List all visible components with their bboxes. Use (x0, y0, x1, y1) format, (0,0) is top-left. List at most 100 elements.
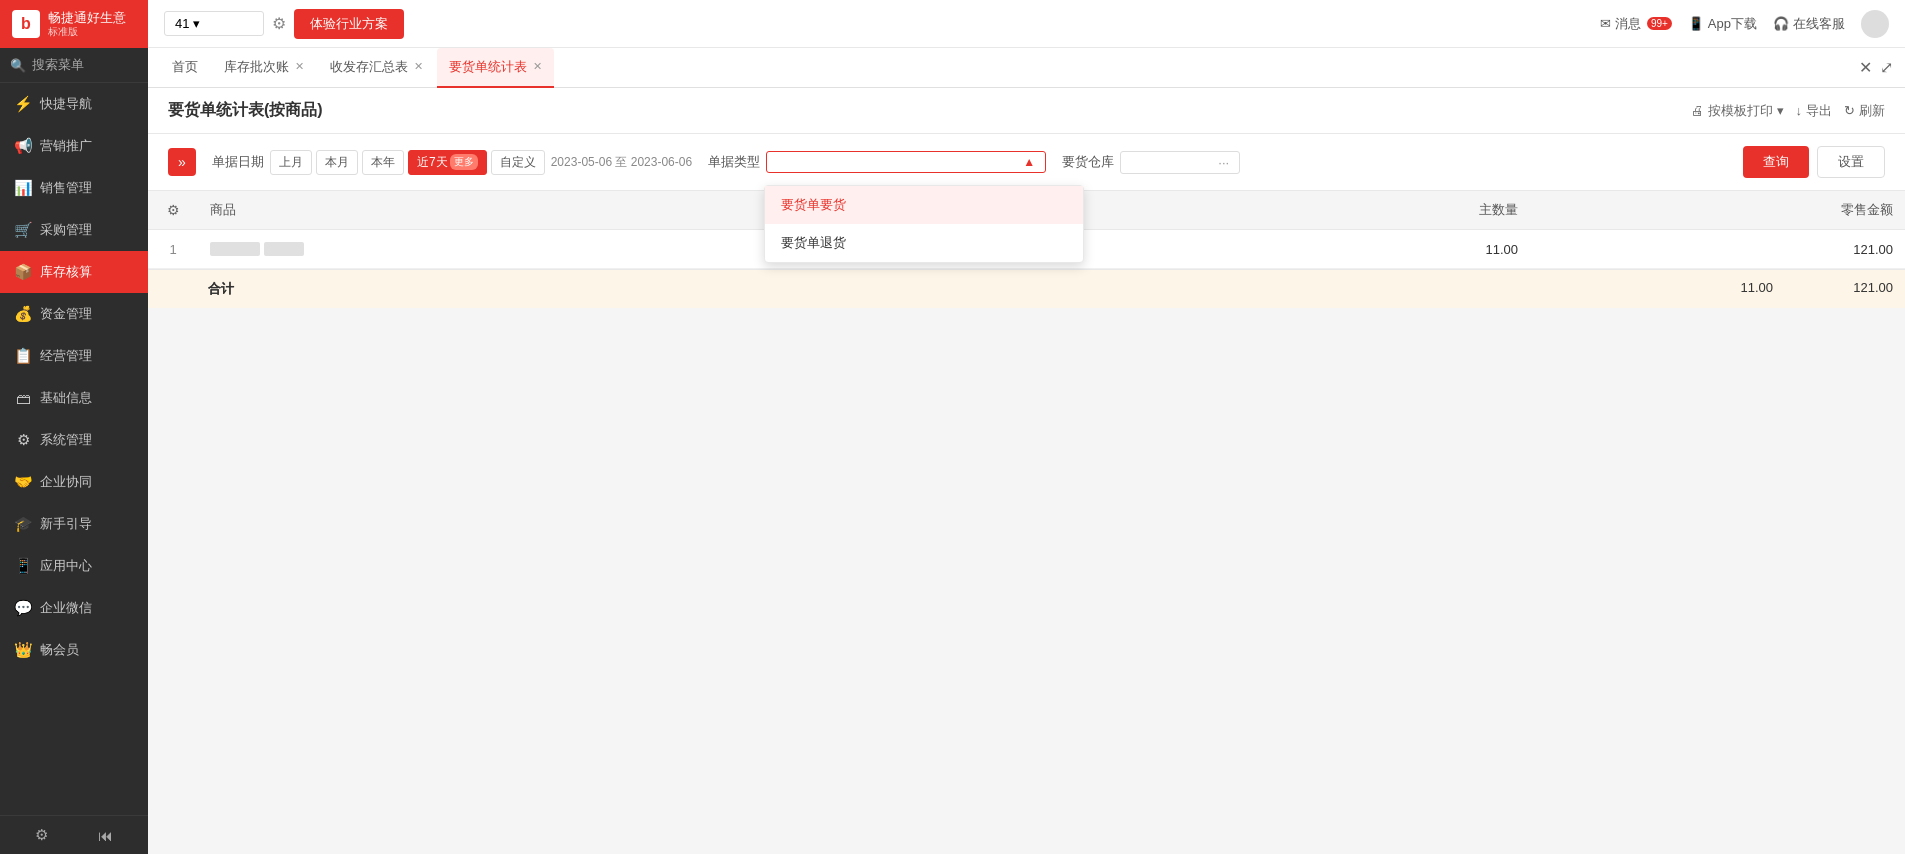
tab-receive-summary-close[interactable]: ✕ (414, 60, 423, 73)
sidebar-item-guide[interactable]: 🎓 新手引导 (0, 503, 148, 545)
product-name-placeholder (210, 242, 768, 256)
export-btn[interactable]: ↓ 导出 (1796, 102, 1833, 120)
sidebar-item-member[interactable]: 👑 畅会员 (0, 629, 148, 671)
dropdown-item-tuihuo[interactable]: 要货单退货 (765, 224, 1083, 262)
sidebar-item-base-info[interactable]: 🗃 基础信息 (0, 377, 148, 419)
app-logo: b 畅捷通好生意 标准版 (0, 0, 148, 48)
quick-nav-icon: ⚡ (14, 95, 32, 113)
user-avatar[interactable] (1861, 10, 1889, 38)
print-dropdown-icon: ▾ (1777, 103, 1784, 118)
search-menu[interactable]: 🔍 搜索菜单 (0, 48, 148, 83)
refresh-btn[interactable]: ↻ 刷新 (1844, 102, 1885, 120)
sidebar-item-inventory[interactable]: 📦 库存核算 (0, 251, 148, 293)
sidebar-bottom: ⚙ ⏮ (0, 815, 148, 854)
col-settings-icon[interactable]: ⚙ (167, 202, 180, 218)
date-year-btn[interactable]: 本年 (362, 150, 404, 175)
sales-icon: 📊 (14, 179, 32, 197)
filter-expand-btn[interactable]: » (168, 148, 196, 176)
enterprise-icon: 🤝 (14, 473, 32, 491)
warehouse-select[interactable]: ··· (1120, 151, 1240, 174)
tabbar-maximize[interactable]: ⤢ (1880, 58, 1893, 77)
guide-icon: 🎓 (14, 515, 32, 533)
operation-icon: 📋 (14, 347, 32, 365)
app-download-btn[interactable]: 📱 App下载 (1688, 15, 1757, 33)
tabbar-actions: ✕ ⤢ (1859, 58, 1893, 77)
sidebar-collapse-btn[interactable]: ⏮ (98, 827, 113, 844)
service-icon: 🎧 (1773, 16, 1789, 31)
marketing-icon: 📢 (14, 137, 32, 155)
tabbar: 首页 库存批次账 ✕ 收发存汇总表 ✕ 要货单统计表 ✕ ✕ ⤢ (148, 48, 1905, 88)
topbar-left: 41 ▾ ⚙ 体验行业方案 (164, 9, 1588, 39)
page-title: 要货单统计表(按商品) (168, 100, 323, 121)
col-quantity-header: 主数量 (1219, 191, 1530, 230)
dropdown-item-yaohuo[interactable]: 要货单要货 (765, 186, 1083, 224)
warehouse-filter-group: 要货仓库 ··· (1062, 151, 1240, 174)
refresh-icon: ↻ (1844, 103, 1855, 118)
topbar: 41 ▾ ⚙ 体验行业方案 ✉ 消息 99+ 📱 App下载 🎧 在线客服 (148, 0, 1905, 48)
type-select-arrow: ▲ (1023, 155, 1035, 169)
type-dropdown: 要货单要货 要货单退货 (764, 185, 1084, 263)
footer-label: 合计 (200, 280, 234, 298)
sidebar-item-marketing[interactable]: 📢 营销推广 (0, 125, 148, 167)
inventory-icon: 📦 (14, 263, 32, 281)
table-footer: 合计 合计 11.00 121.00 (148, 269, 1905, 308)
col-settings-header[interactable]: ⚙ (148, 191, 198, 230)
date-month-btn[interactable]: 本月 (316, 150, 358, 175)
sidebar-item-quick-nav[interactable]: ⚡ 快捷导航 (0, 83, 148, 125)
row-index: 1 (148, 230, 198, 269)
export-icon: ↓ (1796, 103, 1803, 118)
sidebar-item-purchase[interactable]: 🛒 采购管理 (0, 209, 148, 251)
logo-text: 畅捷通好生意 标准版 (48, 10, 126, 38)
search-icon: 🔍 (10, 58, 26, 73)
date-filter-label: 单据日期 (212, 153, 264, 171)
date-custom-btn[interactable]: 自定义 (491, 150, 545, 175)
row-quantity: 11.00 (1219, 230, 1530, 269)
type-select[interactable]: ▲ (766, 151, 1046, 173)
tab-home[interactable]: 首页 (160, 48, 210, 88)
date-upper-btn[interactable]: 上月 (270, 150, 312, 175)
store-selector-arrow: ▾ (193, 16, 200, 31)
footer-row: 合计 11.00 121.00 (148, 270, 1905, 308)
messages-btn[interactable]: ✉ 消息 99+ (1600, 15, 1672, 33)
store-selector[interactable]: 41 ▾ (164, 11, 264, 36)
row-amount: 121.00 (1530, 230, 1905, 269)
message-icon: ✉ (1600, 16, 1611, 31)
print-icon: 🖨 (1691, 103, 1704, 118)
main-area: 41 ▾ ⚙ 体验行业方案 ✉ 消息 99+ 📱 App下载 🎧 在线客服 (148, 0, 1905, 854)
logo-icon: b (12, 10, 40, 38)
col-amount-header: 零售金额 (1530, 191, 1905, 230)
type-filter-group: 单据类型 ▲ 要货单要货 要货单退货 (708, 151, 1046, 173)
date-range-text: 2023-05-06 至 2023-06-06 (551, 154, 692, 171)
system-icon: ⚙ (14, 431, 32, 449)
sidebar-settings-btn[interactable]: ⚙ (35, 826, 48, 844)
sidebar-item-app-center[interactable]: 📱 应用中心 (0, 545, 148, 587)
sidebar: b 畅捷通好生意 标准版 🔍 搜索菜单 ⚡ 快捷导航 📢 营销推广 📊 销售管理… (0, 0, 148, 854)
type-filter-label: 单据类型 (708, 153, 760, 171)
tab-inventory-batch-close[interactable]: ✕ (295, 60, 304, 73)
sidebar-item-operation[interactable]: 📋 经营管理 (0, 335, 148, 377)
tab-order-stats[interactable]: 要货单统计表 ✕ (437, 48, 554, 88)
warehouse-filter-label: 要货仓库 (1062, 153, 1114, 171)
print-btn[interactable]: 🖨 按模板打印 ▾ (1691, 102, 1784, 120)
filter-bar: » 单据日期 上月 本月 本年 近7天 更多 自定义 2023-05-06 至 … (148, 134, 1905, 191)
sidebar-item-wechat[interactable]: 💬 企业微信 (0, 587, 148, 629)
sidebar-item-system[interactable]: ⚙ 系统管理 (0, 419, 148, 461)
topbar-settings-icon[interactable]: ⚙ (272, 14, 286, 33)
query-btn[interactable]: 查询 (1743, 146, 1809, 178)
date-quick-btns: 上月 本月 本年 近7天 更多 自定义 (270, 150, 545, 175)
col-product-header: 商品 (198, 191, 780, 230)
trial-btn[interactable]: 体验行业方案 (294, 9, 404, 39)
tab-receive-summary[interactable]: 收发存汇总表 ✕ (318, 48, 435, 88)
sidebar-item-enterprise[interactable]: 🤝 企业协同 (0, 461, 148, 503)
tabbar-close-all[interactable]: ✕ (1859, 58, 1872, 77)
date-recent-btn[interactable]: 近7天 更多 (408, 150, 487, 175)
filter-settings-btn[interactable]: 设置 (1817, 146, 1885, 178)
purchase-icon: 🛒 (14, 221, 32, 239)
warehouse-more-icon: ··· (1218, 155, 1229, 170)
tab-inventory-batch[interactable]: 库存批次账 ✕ (212, 48, 316, 88)
tab-order-stats-close[interactable]: ✕ (533, 60, 542, 73)
online-service-btn[interactable]: 🎧 在线客服 (1773, 15, 1845, 33)
sidebar-item-finance[interactable]: 💰 资金管理 (0, 293, 148, 335)
finance-icon: 💰 (14, 305, 32, 323)
sidebar-item-sales[interactable]: 📊 销售管理 (0, 167, 148, 209)
